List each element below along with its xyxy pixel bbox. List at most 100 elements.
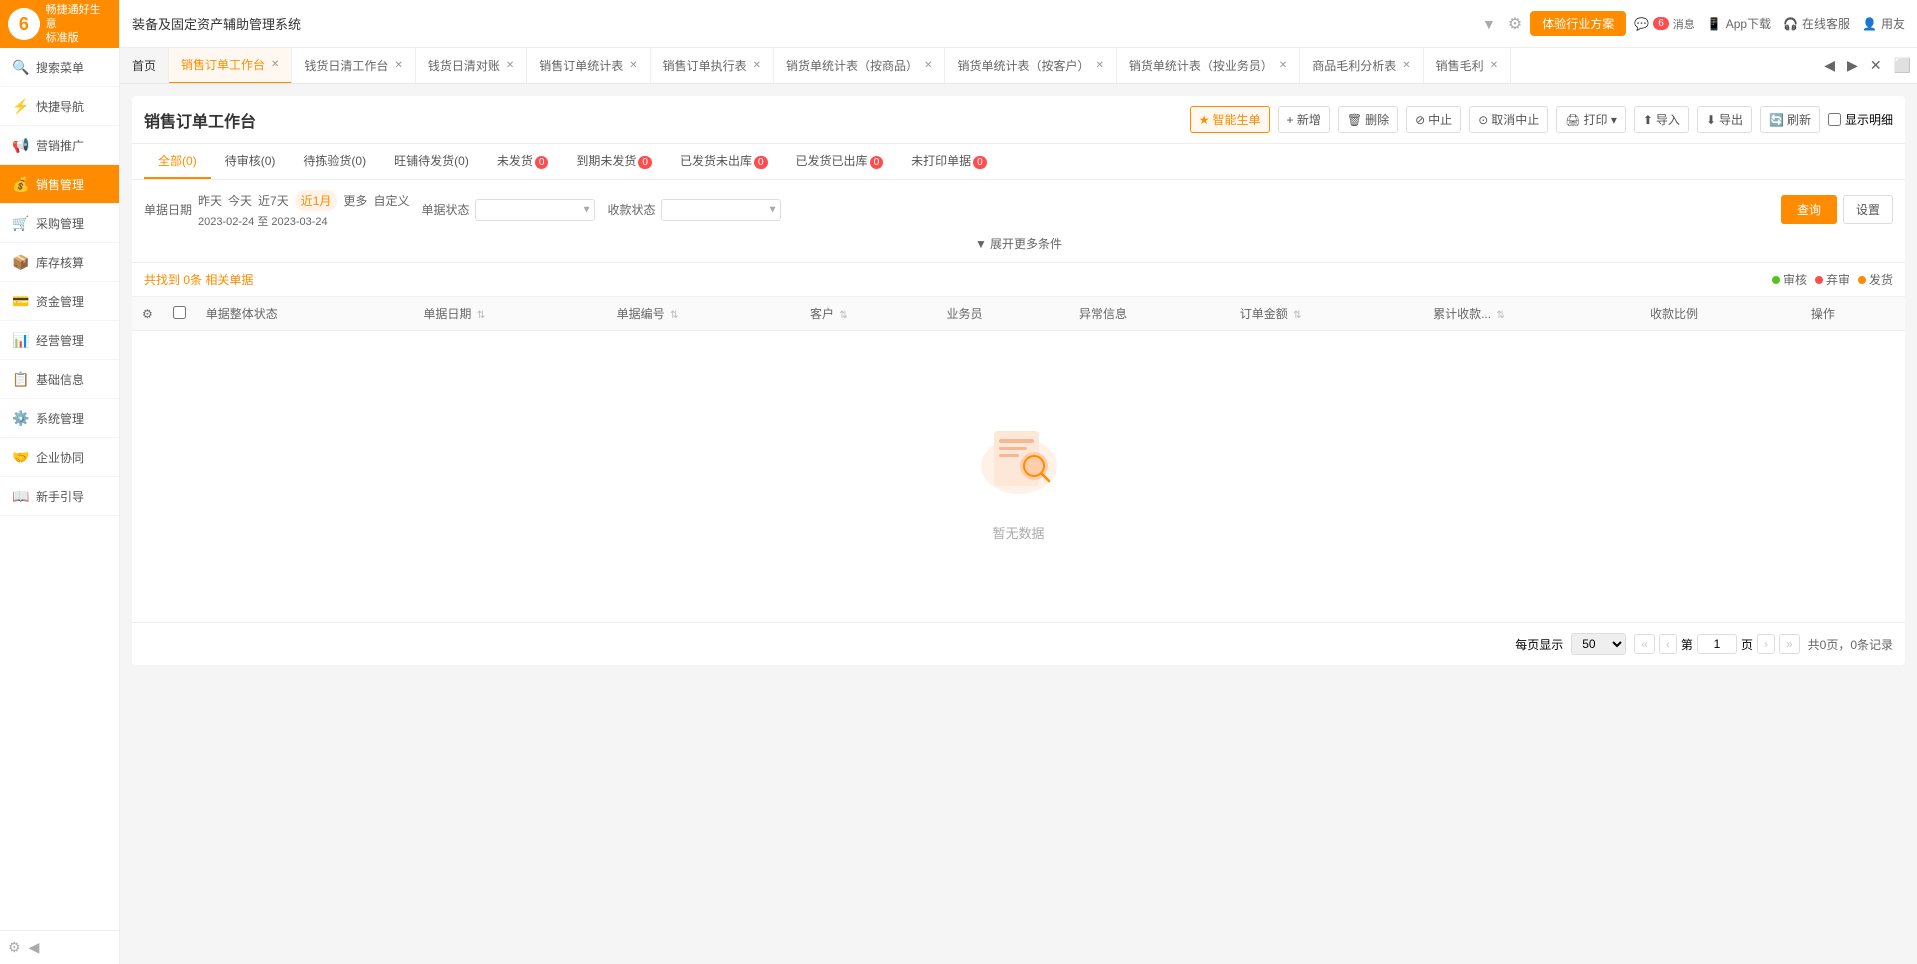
tab-sales-stat[interactable]: 销售订单统计表 ✕: [527, 48, 650, 84]
sidebar-item-base-info[interactable]: 📋 基础信息: [0, 360, 119, 399]
number-sort-icon[interactable]: ⇅: [670, 310, 678, 321]
col-received: 累计收款... ⇅: [1423, 297, 1640, 331]
tab-nav-prev[interactable]: ◀: [1818, 48, 1841, 84]
sidebar-item-purchase[interactable]: 🛒 采购管理: [0, 204, 119, 243]
tab-close-all[interactable]: ✕: [1864, 48, 1888, 84]
col-staff: 业务员: [936, 297, 1068, 331]
tab-cash-daily[interactable]: 钱货日清工作台 ✕: [292, 48, 415, 84]
collapse-icon[interactable]: ◀: [29, 939, 40, 956]
sidebar-item-marketing[interactable]: 📢 营销推广: [0, 126, 119, 165]
customer-sort-icon[interactable]: ⇅: [839, 310, 847, 321]
per-page-select[interactable]: 50 100 200: [1571, 633, 1626, 655]
sub-tab-not-printed[interactable]: 未打印单据0: [897, 144, 1001, 179]
review-action-button[interactable]: 审核: [1772, 271, 1807, 288]
count-value: 0条: [183, 273, 202, 287]
page-last-button[interactable]: »: [1779, 634, 1800, 654]
tab-fullscreen[interactable]: ⬜: [1888, 48, 1917, 84]
tab-sales-more[interactable]: 销售毛利 ✕: [1424, 48, 1511, 84]
tab-gross-profit[interactable]: 商品毛利分析表 ✕: [1300, 48, 1423, 84]
import-button[interactable]: ⬆ 导入: [1634, 106, 1689, 133]
tab-sales-summary-customer[interactable]: 销货单统计表（按客户） ✕: [945, 48, 1116, 84]
tab-close-sales-exec[interactable]: ✕: [753, 60, 761, 71]
page-prev-button[interactable]: ‹: [1659, 634, 1677, 654]
system-settings-icon[interactable]: ⚙: [1508, 14, 1522, 34]
refresh-button[interactable]: 🔄 刷新: [1760, 106, 1820, 133]
sidebar-item-operations[interactable]: 📊 经营管理: [0, 321, 119, 360]
date-opt-7days[interactable]: 近7天: [258, 192, 289, 209]
tab-close-summary-staff[interactable]: ✕: [1279, 60, 1287, 71]
select-all-checkbox[interactable]: [173, 306, 186, 319]
tab-sales-summary-staff[interactable]: 销货单统计表（按业务员） ✕: [1117, 48, 1300, 84]
sub-tab-pending-inspect[interactable]: 待拣验货(0): [289, 144, 380, 179]
sub-tab-expired-not-shipped[interactable]: 到期未发货0: [562, 144, 666, 179]
table-area: 共找到 0条 相关单据 审核 弃审: [132, 263, 1905, 622]
add-button[interactable]: + 新增: [1278, 106, 1330, 133]
smart-order-button[interactable]: ★ 智能生单: [1190, 106, 1270, 133]
date-opt-more[interactable]: 更多: [343, 192, 367, 209]
received-sort-icon[interactable]: ⇅: [1496, 310, 1504, 321]
sidebar-item-guide[interactable]: 📖 新手引导: [0, 477, 119, 516]
sidebar-item-search[interactable]: 🔍 搜索菜单: [0, 48, 119, 87]
ship-action-button[interactable]: 发货: [1858, 271, 1893, 288]
show-detail-checkbox-label[interactable]: 显示明细: [1828, 111, 1893, 128]
print-button[interactable]: 🖨 打印 ▾: [1556, 106, 1626, 133]
show-detail-checkbox[interactable]: [1828, 113, 1841, 126]
tab-close-summary-product[interactable]: ✕: [924, 60, 932, 71]
set-button[interactable]: 设置: [1843, 195, 1893, 224]
tab-sales-summary-product[interactable]: 销货单统计表（按商品） ✕: [774, 48, 945, 84]
sub-tab-shipped-not-out[interactable]: 已发货未出库0: [666, 144, 782, 179]
page-input[interactable]: [1697, 634, 1737, 654]
expand-conditions-button[interactable]: ▼ 展开更多条件: [975, 235, 1062, 252]
amount-sort-icon[interactable]: ⇅: [1293, 310, 1301, 321]
tab-close-cash-reconcile[interactable]: ✕: [506, 60, 514, 71]
page-next-button[interactable]: ›: [1757, 634, 1775, 654]
suspend-button[interactable]: ⊘ 中止: [1406, 106, 1461, 133]
tab-close-sales-stat[interactable]: ✕: [629, 60, 637, 71]
tab-close-sales-more[interactable]: ✕: [1490, 60, 1498, 71]
tab-sales-exec[interactable]: 销售订单执行表 ✕: [651, 48, 774, 84]
sidebar-item-finance[interactable]: 💳 资金管理: [0, 282, 119, 321]
date-opt-custom[interactable]: 自定义: [373, 192, 409, 209]
sub-tab-all[interactable]: 全部(0): [144, 144, 211, 179]
tab-close-sales-order[interactable]: ✕: [271, 59, 279, 70]
tab-nav-next[interactable]: ▶: [1841, 48, 1864, 84]
sub-tab-pending-review[interactable]: 待审核(0): [211, 144, 290, 179]
sidebar-item-sales[interactable]: 💰 销售管理: [0, 165, 119, 204]
tab-close-gross-profit[interactable]: ✕: [1402, 60, 1410, 71]
trial-button[interactable]: 体验行业方案: [1530, 11, 1626, 36]
app-download-button[interactable]: 📱 App下载: [1707, 15, 1771, 32]
tab-close-cash-daily[interactable]: ✕: [394, 60, 402, 71]
sub-tab-wangpu[interactable]: 旺铺待发货(0): [380, 144, 483, 179]
online-service-button[interactable]: 🎧 在线客服: [1783, 15, 1850, 32]
export-button[interactable]: ⬇ 导出: [1697, 106, 1752, 133]
date-sort-icon[interactable]: ⇅: [477, 310, 485, 321]
sidebar-item-system[interactable]: ⚙️ 系统管理: [0, 399, 119, 438]
date-options: 昨天 今天 近7天 近1月 更多 自定义: [198, 190, 409, 211]
message-button[interactable]: 💬 6 消息: [1634, 16, 1695, 32]
settings-icon[interactable]: ⚙: [8, 939, 21, 956]
column-settings-icon[interactable]: ⚙: [142, 307, 153, 321]
cancel-suspend-button[interactable]: ⊙ 取消中止: [1469, 106, 1548, 133]
sidebar-item-enterprise[interactable]: 🤝 企业协同: [0, 438, 119, 477]
query-button[interactable]: 查询: [1781, 195, 1837, 224]
suspend-icon: ⊘: [1415, 113, 1425, 127]
tab-sales-order[interactable]: 销售订单工作台 ✕: [169, 48, 292, 84]
user-button[interactable]: 👤 用友: [1862, 15, 1905, 32]
tab-home[interactable]: 首页: [120, 48, 169, 84]
date-opt-yesterday[interactable]: 昨天: [198, 192, 222, 209]
sidebar-item-inventory[interactable]: 📦 库存核算: [0, 243, 119, 282]
sidebar-item-quick-nav[interactable]: ⚡ 快捷导航: [0, 87, 119, 126]
tab-close-summary-customer[interactable]: ✕: [1095, 60, 1103, 71]
payment-select[interactable]: [661, 199, 781, 221]
system-dropdown-icon[interactable]: ▼: [1482, 16, 1496, 32]
sub-tab-not-shipped[interactable]: 未发货0: [483, 144, 563, 179]
delete-button[interactable]: 🗑 删除: [1338, 106, 1398, 133]
date-opt-1month[interactable]: 近1月: [295, 190, 338, 211]
tab-cash-reconcile[interactable]: 钱货日清对账 ✕: [416, 48, 527, 84]
page-first-button[interactable]: «: [1634, 634, 1655, 654]
main-area: 装备及固定资产辅助管理系统 ▼ ⚙ 体验行业方案 💬 6 消息 📱 App下载 …: [120, 0, 1917, 964]
date-opt-today[interactable]: 今天: [228, 192, 252, 209]
cancel-review-action-button[interactable]: 弃审: [1815, 271, 1850, 288]
sub-tab-shipped-out[interactable]: 已发货已出库0: [782, 144, 898, 179]
status-select[interactable]: [475, 199, 595, 221]
